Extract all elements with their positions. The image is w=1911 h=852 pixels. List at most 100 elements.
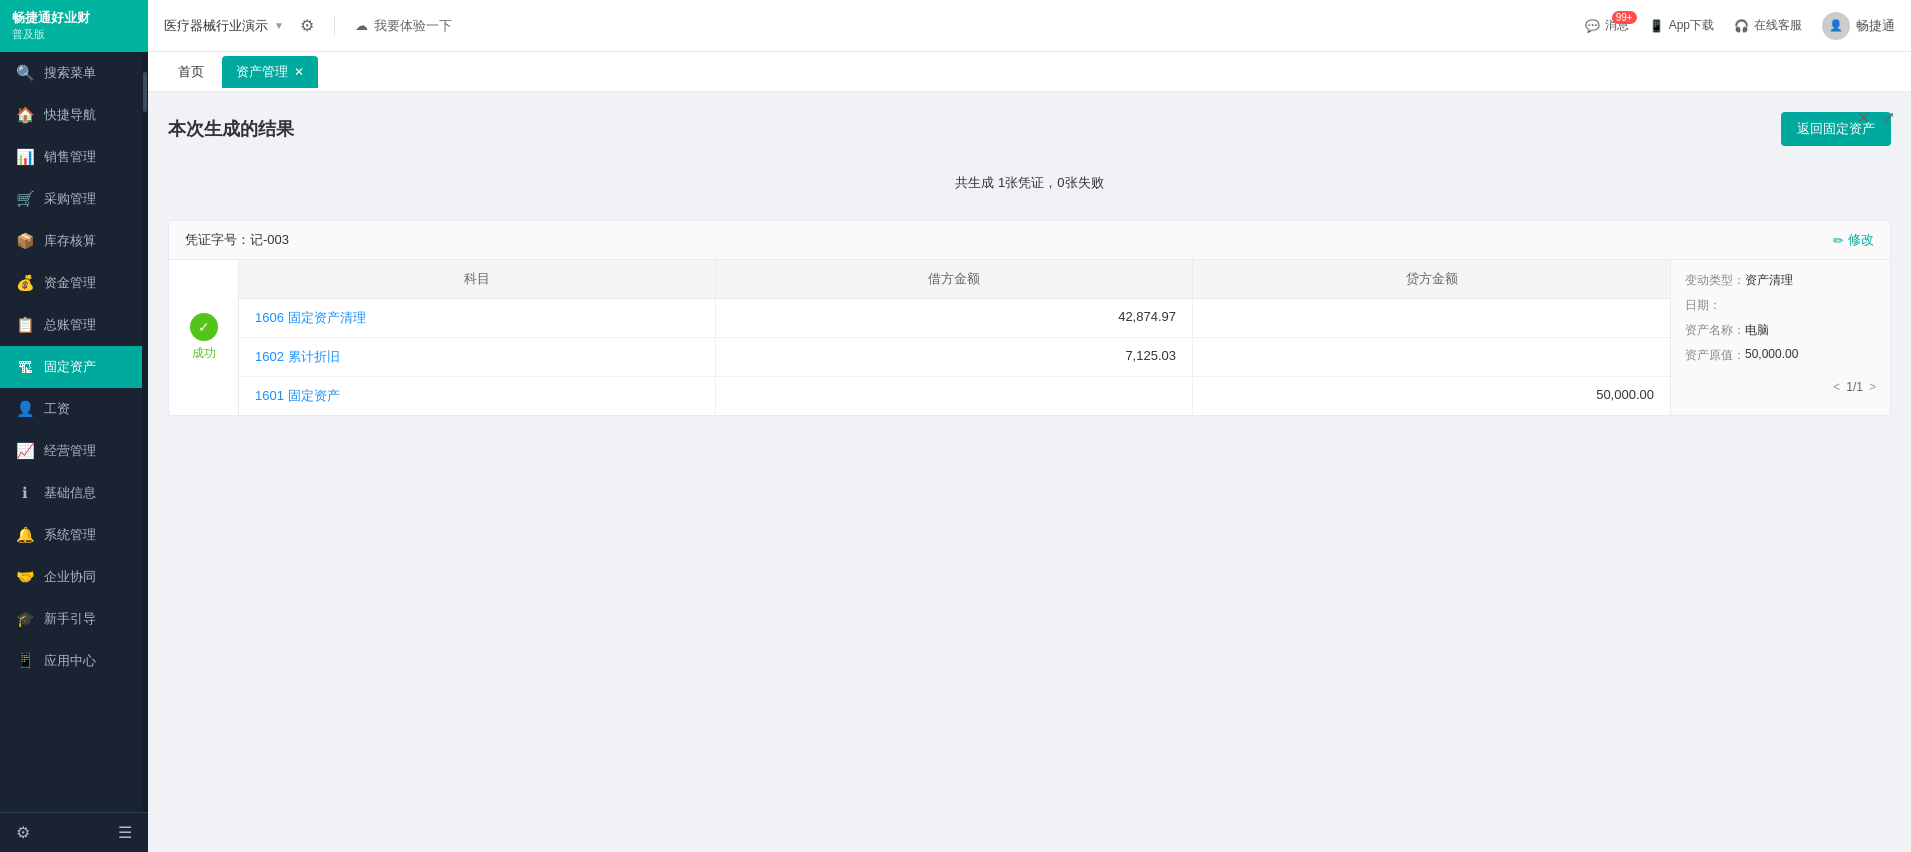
sidebar-item-basic-info[interactable]: ℹ 基础信息: [0, 472, 142, 514]
side-info-panel: 变动类型： 资产清理 日期： 资产名称： 电脑 资产原值： 50,000.00: [1670, 260, 1890, 415]
experience-btn[interactable]: ☁ 我要体验一下: [355, 17, 452, 35]
experience-label: 我要体验一下: [374, 17, 452, 35]
table-row: 1606 固定资产清理 42,874.97: [239, 299, 1670, 338]
topbar-settings-icon[interactable]: ⚙: [300, 16, 314, 35]
online-support-btn[interactable]: 🎧 在线客服: [1734, 17, 1802, 34]
info-change-type: 变动类型： 资产清理: [1685, 272, 1876, 289]
settings-icon[interactable]: ⚙: [16, 823, 30, 842]
search-icon: 🔍: [16, 64, 34, 82]
message-icon: 💬: [1585, 19, 1600, 33]
topbar: 医疗器械行业演示 ▼ ⚙ ☁ 我要体验一下 💬 消息 99 📱 App下载 🎧 …: [148, 0, 1911, 52]
app-edition: 普及版: [12, 27, 90, 42]
tabs-bar: 首页 资产管理 ✕: [148, 52, 1911, 92]
menu-toggle-icon[interactable]: ☰: [118, 823, 132, 842]
sidebar-item-enterprise[interactable]: 🤝 企业协同: [0, 556, 142, 598]
notifications-btn[interactable]: 💬 消息 99: [1585, 17, 1629, 34]
info-asset-name: 资产名称： 电脑: [1685, 322, 1876, 339]
col-subject: 科目: [239, 260, 716, 298]
dropdown-arrow-icon: ▼: [274, 20, 284, 31]
status-column: ✓ 成功: [169, 260, 239, 415]
sidebar-scrollbar-thumb: [143, 72, 147, 112]
sidebar-nav: 🔍 搜索菜单 🏠 快捷导航 📊 销售管理 🛒 采购管理 📦 库存核算 💰: [0, 52, 142, 812]
cell-credit-1: [1193, 338, 1670, 376]
avatar: 👤: [1822, 12, 1850, 40]
app-download-label: App下载: [1669, 17, 1714, 34]
app-logo: 畅捷通好业财 普及版: [12, 10, 90, 42]
voucher-table: 科目 借方金额 贷方金额 1606 固定资产清理 42,874.97 1602 …: [239, 260, 1670, 415]
cell-credit-2: 50,000.00: [1193, 377, 1670, 415]
user-name: 畅捷通: [1856, 17, 1895, 35]
pagination: < 1/1 >: [1685, 372, 1876, 394]
info-icon: ℹ: [16, 484, 34, 502]
sidebar-item-app-center[interactable]: 📱 应用中心: [0, 640, 142, 682]
tab-home[interactable]: 首页: [164, 56, 218, 88]
sidebar-footer: ⚙ ☰: [0, 812, 148, 852]
edit-button[interactable]: ✏ 修改: [1833, 231, 1874, 249]
box-icon: 📦: [16, 232, 34, 250]
company-selector[interactable]: 医疗器械行业演示 ▼: [164, 17, 284, 35]
download-icon: 📱: [1649, 19, 1664, 33]
topbar-right: 💬 消息 99 📱 App下载 🎧 在线客服 👤 畅捷通: [1585, 12, 1895, 40]
page-title: 本次生成的结果: [168, 117, 294, 141]
graduation-icon: 🎓: [16, 610, 34, 628]
page-header: 本次生成的结果 返回固定资产: [168, 112, 1891, 146]
col-debit: 借方金额: [716, 260, 1193, 298]
content-area: ✕ ⤢ 本次生成的结果 返回固定资产 共生成 1张凭证，0张失败 凭证字号：记-…: [148, 92, 1911, 852]
sidebar-item-search[interactable]: 🔍 搜索菜单: [0, 52, 142, 94]
voucher-body: ✓ 成功 科目 借方金额 贷方金额 1606 固定资产清理 42,874.97: [169, 260, 1890, 415]
summary-bar: 共生成 1张凭证，0张失败: [168, 162, 1891, 204]
sidebar-item-operations[interactable]: 📈 经营管理: [0, 430, 142, 472]
person-icon: 👤: [16, 400, 34, 418]
prev-page-btn[interactable]: <: [1833, 380, 1840, 394]
asset-value-label: 资产原值：: [1685, 347, 1745, 364]
notifications-badge: 99: [1612, 11, 1637, 24]
sidebar-item-system[interactable]: 🔔 系统管理: [0, 514, 142, 556]
tab-asset-mgmt-label: 资产管理: [236, 63, 288, 81]
sidebar-item-fixed-assets[interactable]: 🏗 固定资产: [0, 346, 142, 388]
panel-controls: ✕ ⤢: [1857, 108, 1895, 127]
panel-expand-btn[interactable]: ⤢: [1882, 108, 1895, 127]
building-icon: 🏗: [16, 359, 34, 376]
cell-subject-1: 1602 累计折旧: [239, 338, 716, 376]
col-credit: 贷方金额: [1193, 260, 1670, 298]
summary-text: 共生成 1张凭证，0张失败: [955, 175, 1103, 190]
info-asset-value: 资产原值： 50,000.00: [1685, 347, 1876, 364]
sidebar-item-quick-nav[interactable]: 🏠 快捷导航: [0, 94, 142, 136]
tab-close-icon[interactable]: ✕: [294, 65, 304, 79]
voucher-card: 凭证字号：记-003 ✏ 修改 ✓ 成功 科目: [168, 220, 1891, 416]
sidebar-item-payroll[interactable]: 👤 工资: [0, 388, 142, 430]
asset-name-label: 资产名称：: [1685, 322, 1745, 339]
info-date: 日期：: [1685, 297, 1876, 314]
tab-asset-mgmt[interactable]: 资产管理 ✕: [222, 56, 318, 88]
sidebar-item-finance[interactable]: 💰 资金管理: [0, 262, 142, 304]
sidebar-item-guide[interactable]: 🎓 新手引导: [0, 598, 142, 640]
cell-subject-2: 1601 固定资产: [239, 377, 716, 415]
company-name: 医疗器械行业演示: [164, 17, 268, 35]
change-type-value: 资产清理: [1745, 272, 1793, 289]
trend-icon: 📈: [16, 442, 34, 460]
cell-credit-0: [1193, 299, 1670, 337]
online-support-label: 在线客服: [1754, 17, 1802, 34]
user-menu[interactable]: 👤 畅捷通: [1822, 12, 1895, 40]
sidebar: 畅捷通好业财 普及版 🔍 搜索菜单 🏠 快捷导航 📊 销售管理 🛒 采购管理: [0, 0, 148, 852]
ledger-icon: 📋: [16, 316, 34, 334]
page-info: 1/1: [1846, 380, 1863, 394]
sidebar-item-sales[interactable]: 📊 销售管理: [0, 136, 142, 178]
app-download-btn[interactable]: 📱 App下载: [1649, 17, 1714, 34]
panel-close-btn[interactable]: ✕: [1857, 108, 1870, 127]
bell-icon: 🔔: [16, 526, 34, 544]
success-icon: ✓: [190, 313, 218, 341]
table-header: 科目 借方金额 贷方金额: [239, 260, 1670, 299]
status-text: 成功: [192, 345, 216, 362]
cell-debit-2: [716, 377, 1193, 415]
support-icon: 🎧: [1734, 19, 1749, 33]
sidebar-item-inventory[interactable]: 📦 库存核算: [0, 220, 142, 262]
voucher-header: 凭证字号：记-003 ✏ 修改: [169, 221, 1890, 260]
sidebar-item-ledger[interactable]: 📋 总账管理: [0, 304, 142, 346]
money-icon: 💰: [16, 274, 34, 292]
app-name: 畅捷通好业财: [12, 10, 90, 27]
edit-icon: ✏: [1833, 233, 1844, 248]
next-page-btn[interactable]: >: [1869, 380, 1876, 394]
sidebar-item-purchase[interactable]: 🛒 采购管理: [0, 178, 142, 220]
edit-label: 修改: [1848, 231, 1874, 249]
